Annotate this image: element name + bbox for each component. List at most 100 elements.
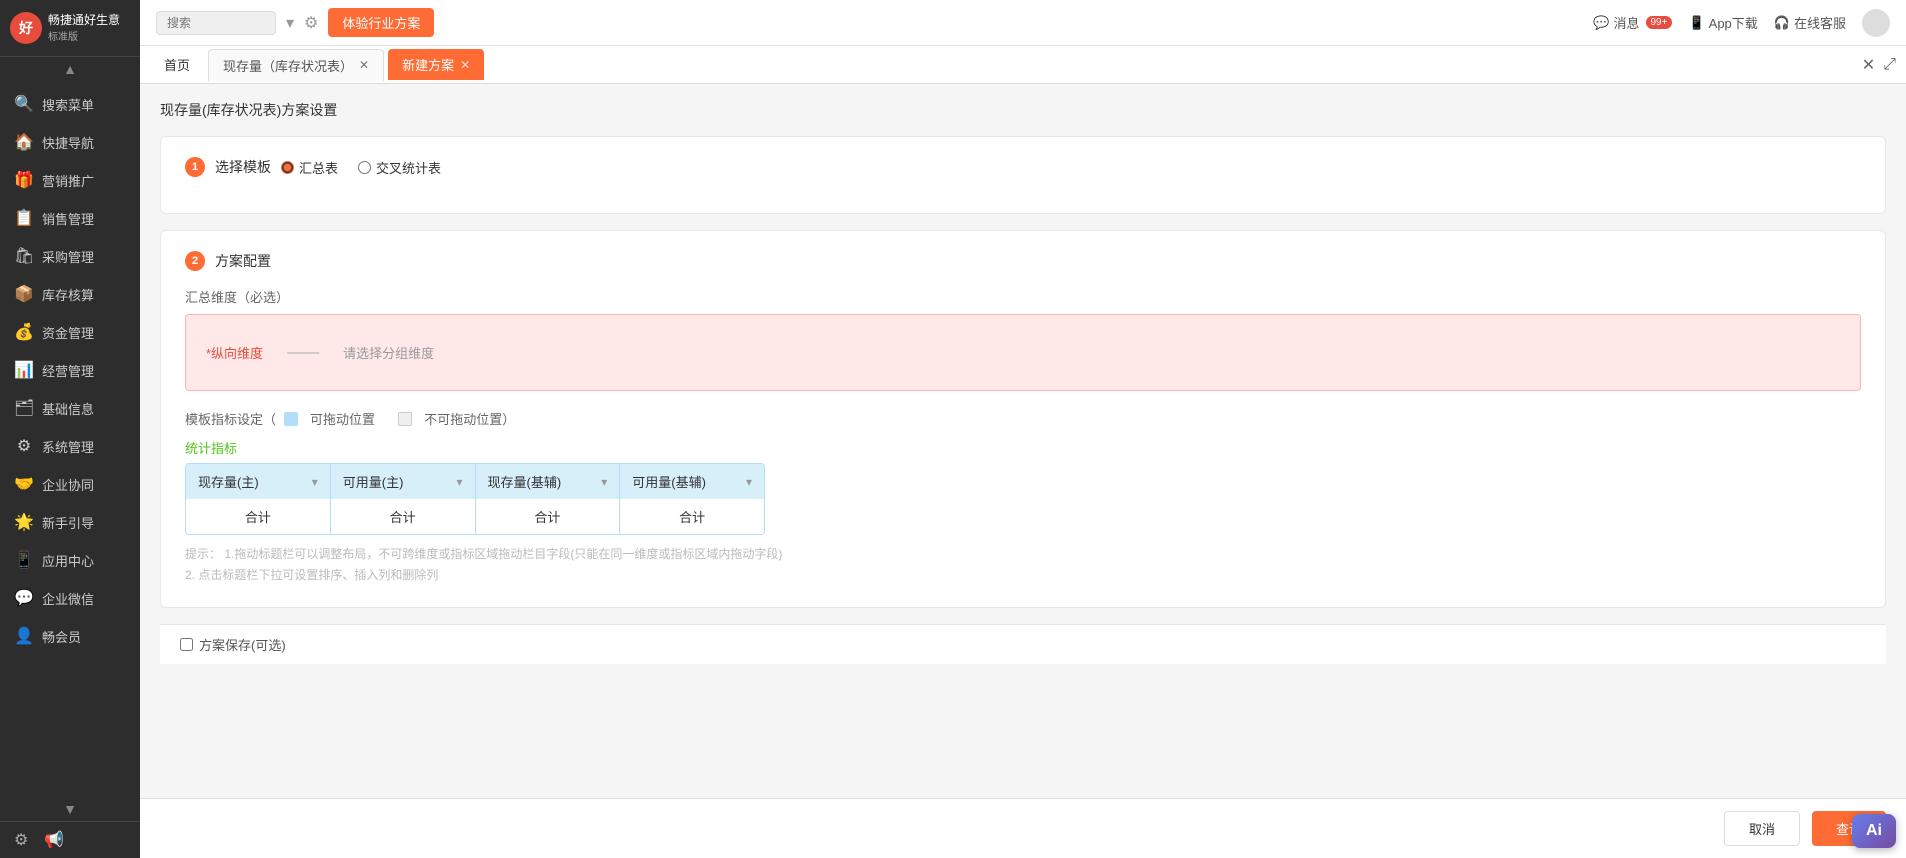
tab-inventory-label: 现存量（库存状况表） <box>223 56 353 75</box>
sidebar-item-basic-info[interactable]: 🗂 基础信息 <box>0 389 140 427</box>
scroll-up-btn[interactable]: ▲ <box>0 57 140 81</box>
sidebar-item-label: 快捷导航 <box>42 133 94 152</box>
sidebar-item-label: 企业微信 <box>42 589 94 608</box>
tab-inventory-close[interactable]: ✕ <box>359 58 369 72</box>
marketing-icon: 🎁 <box>14 170 34 190</box>
template-radio-group: 汇总表 交叉统计表 <box>281 158 441 177</box>
search-input[interactable] <box>156 11 276 35</box>
message-label: 消息 <box>1613 13 1639 32</box>
stat-col-label-0: 现存量(主) <box>198 472 259 491</box>
col-dropdown-3[interactable]: ▾ <box>746 475 752 489</box>
stat-table-header: 现存量(主) ▾ 可用量(主) ▾ 现存量(基辅) ▾ 可用量(基辅) <box>186 464 764 499</box>
message-btn[interactable]: 💬 消息 99+ <box>1593 13 1672 32</box>
radio-summary-input[interactable] <box>281 161 294 174</box>
content-area: 现存量(库存状况表)方案设置 1 选择模板 汇总表 交叉统计表 <box>140 84 1906 798</box>
message-badge: 99+ <box>1646 16 1673 29</box>
scroll-down-btn[interactable]: ▼ <box>0 797 140 821</box>
section1-title: 选择模板 <box>215 157 271 177</box>
sidebar-item-label: 经营管理 <box>42 361 94 380</box>
user-avatar[interactable] <box>1862 9 1890 37</box>
sidebar-item-marketing[interactable]: 🎁 营销推广 <box>0 161 140 199</box>
sidebar: 好 畅捷通好生意 标准版 ▲ 🔍 搜索菜单 🏠 快捷导航 🎁 营销推广 📋 销售… <box>0 0 140 858</box>
message-icon: 💬 <box>1593 15 1609 31</box>
sidebar-item-search-menu[interactable]: 🔍 搜索菜单 <box>0 85 140 123</box>
sidebar-nav: 🔍 搜索菜单 🏠 快捷导航 🎁 营销推广 📋 销售管理 🛍 采购管理 📦 库存核… <box>0 81 140 797</box>
stat-col-header-1[interactable]: 可用量(主) ▾ <box>331 464 476 499</box>
tab-new-scheme-close[interactable]: ✕ <box>460 58 470 72</box>
sidebar-item-purchase[interactable]: 🛍 采购管理 <box>0 237 140 275</box>
topbar-left: ▾ ⚙ 体验行业方案 <box>156 8 434 37</box>
tips-section: 提示： 1.拖动标题栏可以调整布局，不可跨维度或指标区域拖动栏目字段(只能在同一… <box>185 545 1861 583</box>
save-section: 方案保存(可选) <box>160 624 1886 664</box>
business-icon: 📊 <box>14 360 34 380</box>
tab-close-all-btn[interactable]: ✕ <box>1862 55 1875 75</box>
radio-cross[interactable]: 交叉统计表 <box>358 158 441 177</box>
stat-col-header-2[interactable]: 现存量(基辅) ▾ <box>476 464 621 499</box>
stat-body-label-1: 合计 <box>390 507 416 526</box>
sidebar-item-sales[interactable]: 📋 销售管理 <box>0 199 140 237</box>
tab-expand-btn[interactable]: ⤢ <box>1883 55 1896 75</box>
topbar: ▾ ⚙ 体验行业方案 💬 消息 99+ 📱 App下载 🎧 在线客服 <box>140 0 1906 46</box>
sidebar-item-finance[interactable]: 💰 资金管理 <box>0 313 140 351</box>
sidebar-footer: ⚙ 📢 <box>0 821 140 858</box>
tab-new-scheme[interactable]: 新建方案 ✕ <box>388 49 484 80</box>
tab-home-label: 首页 <box>164 55 190 74</box>
sidebar-item-label: 营销推广 <box>42 171 94 190</box>
save-checkbox[interactable] <box>180 638 193 651</box>
section1-card: 1 选择模板 汇总表 交叉统计表 <box>160 136 1886 214</box>
cancel-button[interactable]: 取消 <box>1724 811 1800 846</box>
sidebar-item-enterprise-collab[interactable]: 🤝 企业协同 <box>0 465 140 503</box>
tab-inventory-status[interactable]: 现存量（库存状况表） ✕ <box>208 49 384 81</box>
app-logo: 好 畅捷通好生意 标准版 <box>0 0 140 57</box>
section1-header: 1 选择模板 汇总表 交叉统计表 <box>185 157 1861 177</box>
dimension-box[interactable]: *纵向维度 —— 请选择分组维度 <box>185 314 1861 391</box>
stat-col-header-3[interactable]: 可用量(基辅) ▾ <box>620 464 764 499</box>
sidebar-item-business[interactable]: 📊 经营管理 <box>0 351 140 389</box>
search-menu-icon: 🔍 <box>14 94 34 114</box>
settings-icon[interactable]: ⚙ <box>14 830 28 850</box>
sidebar-item-quick-nav[interactable]: 🏠 快捷导航 <box>0 123 140 161</box>
sidebar-item-label: 企业协同 <box>42 475 94 494</box>
dropdown-icon[interactable]: ▾ <box>286 13 294 33</box>
col-dropdown-1[interactable]: ▾ <box>456 475 462 489</box>
stat-col-label-2: 现存量(基辅) <box>488 472 562 491</box>
sidebar-item-inventory[interactable]: 📦 库存核算 <box>0 275 140 313</box>
stat-table: 现存量(主) ▾ 可用量(主) ▾ 现存量(基辅) ▾ 可用量(基辅) <box>185 463 765 535</box>
enterprise-icon: 🤝 <box>14 474 34 494</box>
radio-cross-input[interactable] <box>358 161 371 174</box>
sidebar-item-label: 应用中心 <box>42 551 94 570</box>
sidebar-item-label: 采购管理 <box>42 247 94 266</box>
app-download-btn[interactable]: 📱 App下载 <box>1688 13 1757 32</box>
sidebar-item-label: 搜索菜单 <box>42 95 94 114</box>
sidebar-item-system[interactable]: ⚙ 系统管理 <box>0 427 140 465</box>
headset-icon: 🎧 <box>1774 15 1790 31</box>
radio-summary[interactable]: 汇总表 <box>281 158 338 177</box>
col-dropdown-0[interactable]: ▾ <box>312 475 318 489</box>
sidebar-item-label: 资金管理 <box>42 323 94 342</box>
stat-col-label-1: 可用量(主) <box>343 472 404 491</box>
purchase-icon: 🛍 <box>14 246 34 266</box>
online-service-btn[interactable]: 🎧 在线客服 <box>1774 13 1846 32</box>
sidebar-item-label: 基础信息 <box>42 399 94 418</box>
sidebar-item-app-center[interactable]: 📱 应用中心 <box>0 541 140 579</box>
app-download-label: App下载 <box>1709 13 1758 32</box>
speaker-icon[interactable]: 📢 <box>44 830 64 850</box>
sidebar-item-enterprise-wechat[interactable]: 💬 企业微信 <box>0 579 140 617</box>
col-dropdown-2[interactable]: ▾ <box>601 475 607 489</box>
dimension-separator: —— <box>287 344 319 362</box>
indicator-settings-label: 模板指标设定（ 可拖动位置 不可拖动位置） <box>185 409 1861 428</box>
topbar-right: 💬 消息 99+ 📱 App下载 🎧 在线客服 <box>1593 9 1890 37</box>
new-guide-icon: 🌟 <box>14 512 34 532</box>
gear-icon[interactable]: ⚙ <box>304 13 318 33</box>
ai-float-button[interactable]: Ai <box>1852 814 1896 848</box>
app-name: 畅捷通好生意 <box>48 13 120 29</box>
trial-btn[interactable]: 体验行业方案 <box>328 8 434 37</box>
sidebar-item-new-guide[interactable]: 🌟 新手引导 <box>0 503 140 541</box>
footer-bar: 取消 查询 <box>140 798 1906 858</box>
tab-home[interactable]: 首页 <box>150 49 204 80</box>
app-version: 标准版 <box>48 28 120 43</box>
draggable-label: 可拖动位置 <box>310 409 375 428</box>
sidebar-item-member[interactable]: 👤 畅会员 <box>0 617 140 655</box>
stat-col-header-0[interactable]: 现存量(主) ▾ <box>186 464 331 499</box>
section2-header: 2 方案配置 <box>185 251 1861 271</box>
